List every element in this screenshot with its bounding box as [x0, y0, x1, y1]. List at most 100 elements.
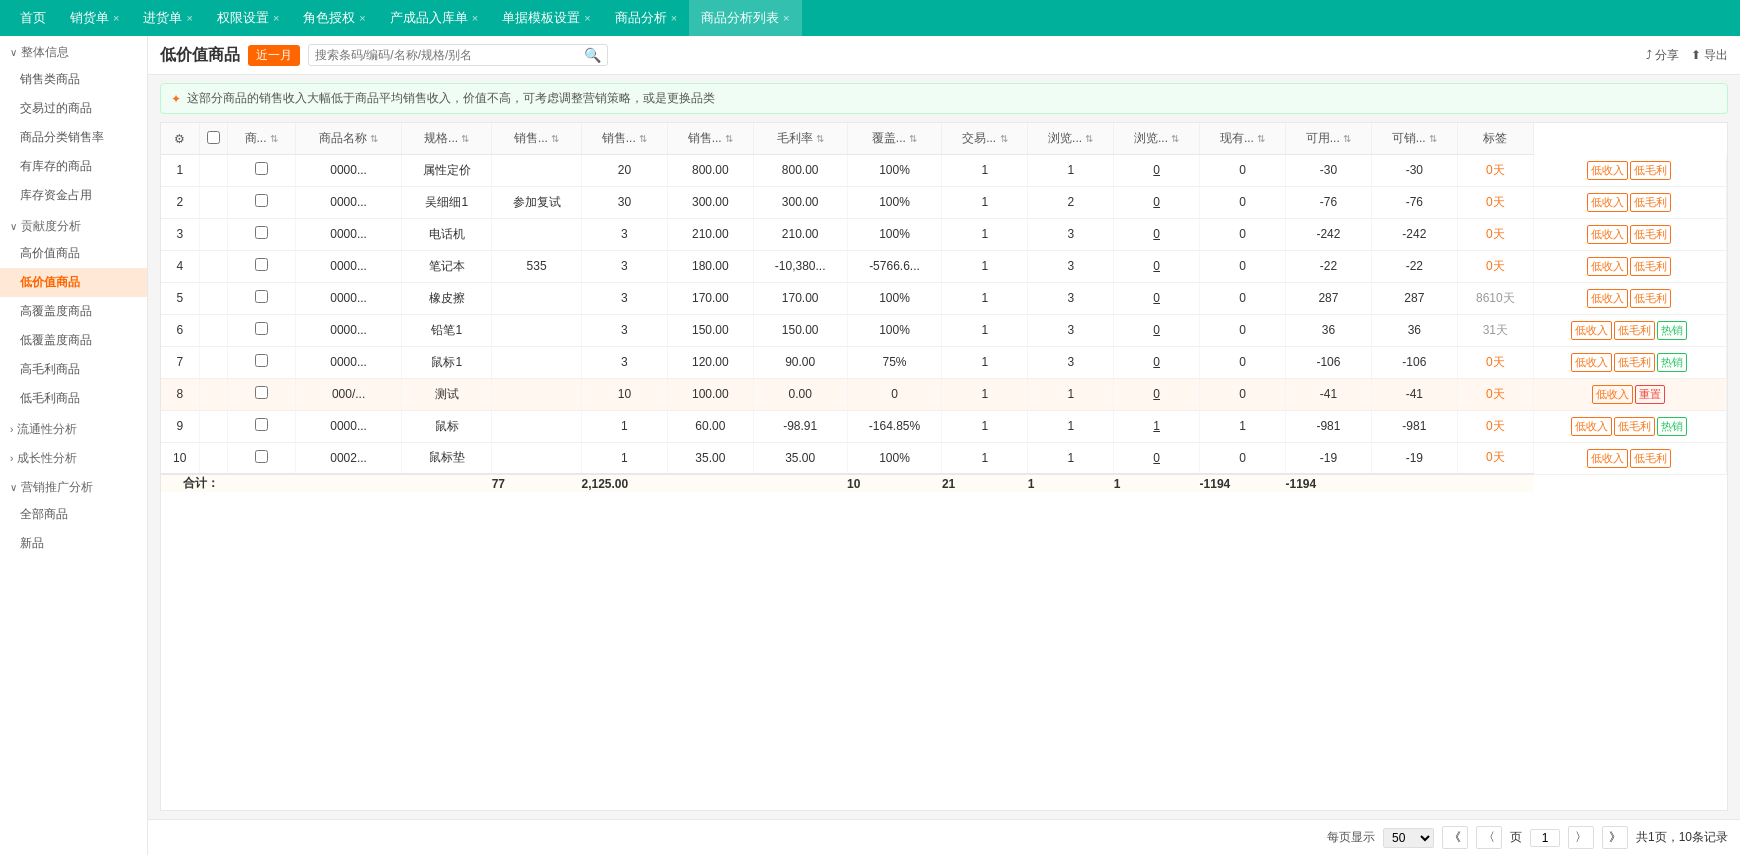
sidebar-item-low-value[interactable]: 低价值商品	[0, 268, 147, 297]
sidebar-item-traded-products[interactable]: 交易过的商品	[0, 94, 147, 123]
row-checkbox[interactable]	[255, 258, 268, 271]
page-input[interactable]	[1530, 829, 1560, 847]
browse1-link[interactable]: 1	[1153, 419, 1160, 433]
col-current-stock[interactable]: 现有... ⇅	[1200, 123, 1286, 155]
sidebar-item-inventory-capital[interactable]: 库存资金占用	[0, 181, 147, 210]
row-checkbox[interactable]	[255, 450, 268, 463]
sidebar-item-high-value[interactable]: 高价值商品	[0, 239, 147, 268]
nav-role-auth[interactable]: 角色授权 ×	[291, 0, 377, 36]
nav-sales-order[interactable]: 销货单 ×	[58, 0, 131, 36]
row-browse1[interactable]: 0	[1114, 442, 1200, 474]
row-browse1[interactable]: 0	[1114, 346, 1200, 378]
first-page-button[interactable]: 《	[1442, 826, 1468, 849]
row-browse1[interactable]: 0	[1114, 250, 1200, 282]
row-browse1[interactable]: 0	[1114, 186, 1200, 218]
export-button[interactable]: ⬆ 导出	[1691, 47, 1728, 64]
row-checkbox[interactable]	[255, 386, 268, 399]
share-button[interactable]: ⤴ 分享	[1646, 47, 1679, 64]
col-browse2[interactable]: 浏览... ⇅	[1114, 123, 1200, 155]
nav-permissions[interactable]: 权限设置 ×	[205, 0, 291, 36]
browse1-link[interactable]: 0	[1153, 227, 1160, 241]
row-checkbox[interactable]	[255, 418, 268, 431]
col-sales-amount[interactable]: 销售... ⇅	[581, 123, 667, 155]
row-check[interactable]	[227, 346, 295, 378]
col-available[interactable]: 可用... ⇅	[1286, 123, 1372, 155]
sidebar-group-overall[interactable]: ∨ 整体信息	[0, 36, 147, 65]
row-check[interactable]	[227, 378, 295, 410]
row-check[interactable]	[227, 155, 295, 187]
col-spec[interactable]: 规格... ⇅	[402, 123, 492, 155]
browse1-link[interactable]: 0	[1153, 451, 1160, 465]
row-checkbox[interactable]	[255, 290, 268, 303]
col-trade[interactable]: 交易... ⇅	[942, 123, 1028, 155]
row-browse1[interactable]: 0	[1114, 282, 1200, 314]
browse1-link[interactable]: 0	[1153, 291, 1160, 305]
col-check[interactable]	[199, 123, 227, 155]
row-browse1[interactable]: 0	[1114, 155, 1200, 187]
browse1-link[interactable]: 0	[1153, 163, 1160, 177]
nav-permissions-close[interactable]: ×	[273, 12, 279, 24]
search-input[interactable]	[315, 48, 584, 62]
nav-purchase-close[interactable]: ×	[186, 12, 192, 24]
browse1-link[interactable]: 0	[1153, 387, 1160, 401]
col-browse1[interactable]: 浏览... ⇅	[1028, 123, 1114, 155]
search-icon[interactable]: 🔍	[584, 47, 601, 63]
row-check[interactable]	[227, 314, 295, 346]
row-check[interactable]	[227, 186, 295, 218]
row-checkbox[interactable]	[255, 354, 268, 367]
col-coverage[interactable]: 覆盖... ⇅	[847, 123, 942, 155]
row-browse1[interactable]: 1	[1114, 410, 1200, 442]
sidebar-item-all-products[interactable]: 全部商品	[0, 500, 147, 529]
nav-purchase[interactable]: 进货单 ×	[131, 0, 204, 36]
nav-template-close[interactable]: ×	[584, 12, 590, 24]
row-check[interactable]	[227, 250, 295, 282]
row-check[interactable]	[227, 282, 295, 314]
select-all-checkbox[interactable]	[207, 131, 220, 144]
sidebar-item-high-margin[interactable]: 高毛利商品	[0, 355, 147, 384]
nav-product-inbound-close[interactable]: ×	[472, 12, 478, 24]
row-browse1[interactable]: 0	[1114, 378, 1200, 410]
col-sales-price[interactable]: 销售... ⇅	[667, 123, 753, 155]
sidebar-group-marketing[interactable]: ∨ 营销推广分析	[0, 471, 147, 500]
row-checkbox[interactable]	[255, 194, 268, 207]
prev-page-button[interactable]: 〈	[1476, 826, 1502, 849]
nav-product-list-close[interactable]: ×	[783, 12, 789, 24]
last-page-button[interactable]: 》	[1602, 826, 1628, 849]
col-settings[interactable]: ⚙	[161, 123, 199, 155]
sidebar-item-in-stock[interactable]: 有库存的商品	[0, 152, 147, 181]
row-checkbox[interactable]	[255, 322, 268, 335]
sidebar-item-low-coverage[interactable]: 低覆盖度商品	[0, 326, 147, 355]
nav-role-auth-close[interactable]: ×	[359, 12, 365, 24]
row-browse1[interactable]: 0	[1114, 314, 1200, 346]
filter-period-button[interactable]: 近一月	[248, 45, 300, 66]
sidebar-item-high-coverage[interactable]: 高覆盖度商品	[0, 297, 147, 326]
browse1-link[interactable]: 0	[1153, 355, 1160, 369]
row-checkbox[interactable]	[255, 226, 268, 239]
sidebar-group-contribution[interactable]: ∨ 贡献度分析	[0, 210, 147, 239]
row-check[interactable]	[227, 442, 295, 474]
row-check[interactable]	[227, 410, 295, 442]
sidebar-item-new-products[interactable]: 新品	[0, 529, 147, 558]
row-browse1[interactable]: 0	[1114, 218, 1200, 250]
nav-template-settings[interactable]: 单据模板设置 ×	[490, 0, 602, 36]
col-code[interactable]: 商... ⇅	[227, 123, 295, 155]
nav-home[interactable]: 首页	[8, 0, 58, 36]
row-check[interactable]	[227, 218, 295, 250]
nav-product-analysis-list[interactable]: 商品分析列表 ×	[689, 0, 801, 36]
browse1-link[interactable]: 0	[1153, 323, 1160, 337]
sidebar-item-category-sales-rate[interactable]: 商品分类销售率	[0, 123, 147, 152]
sidebar-item-sales-products[interactable]: 销售类商品	[0, 65, 147, 94]
sidebar-item-low-margin[interactable]: 低毛利商品	[0, 384, 147, 413]
col-gross-margin[interactable]: 毛利率 ⇅	[753, 123, 847, 155]
nav-product-inbound[interactable]: 产成品入库单 ×	[378, 0, 490, 36]
col-name[interactable]: 商品名称 ⇅	[295, 123, 402, 155]
sidebar-group-growth[interactable]: › 成长性分析	[0, 442, 147, 471]
page-size-select[interactable]: 50 100 200	[1383, 828, 1434, 848]
nav-sales-order-close[interactable]: ×	[113, 12, 119, 24]
nav-product-analysis[interactable]: 商品分析 ×	[603, 0, 689, 36]
browse1-link[interactable]: 0	[1153, 195, 1160, 209]
nav-product-analysis-close[interactable]: ×	[671, 12, 677, 24]
col-saleable[interactable]: 可销... ⇅	[1371, 123, 1457, 155]
next-page-button[interactable]: 〉	[1568, 826, 1594, 849]
col-sales-qty[interactable]: 销售... ⇅	[492, 123, 582, 155]
